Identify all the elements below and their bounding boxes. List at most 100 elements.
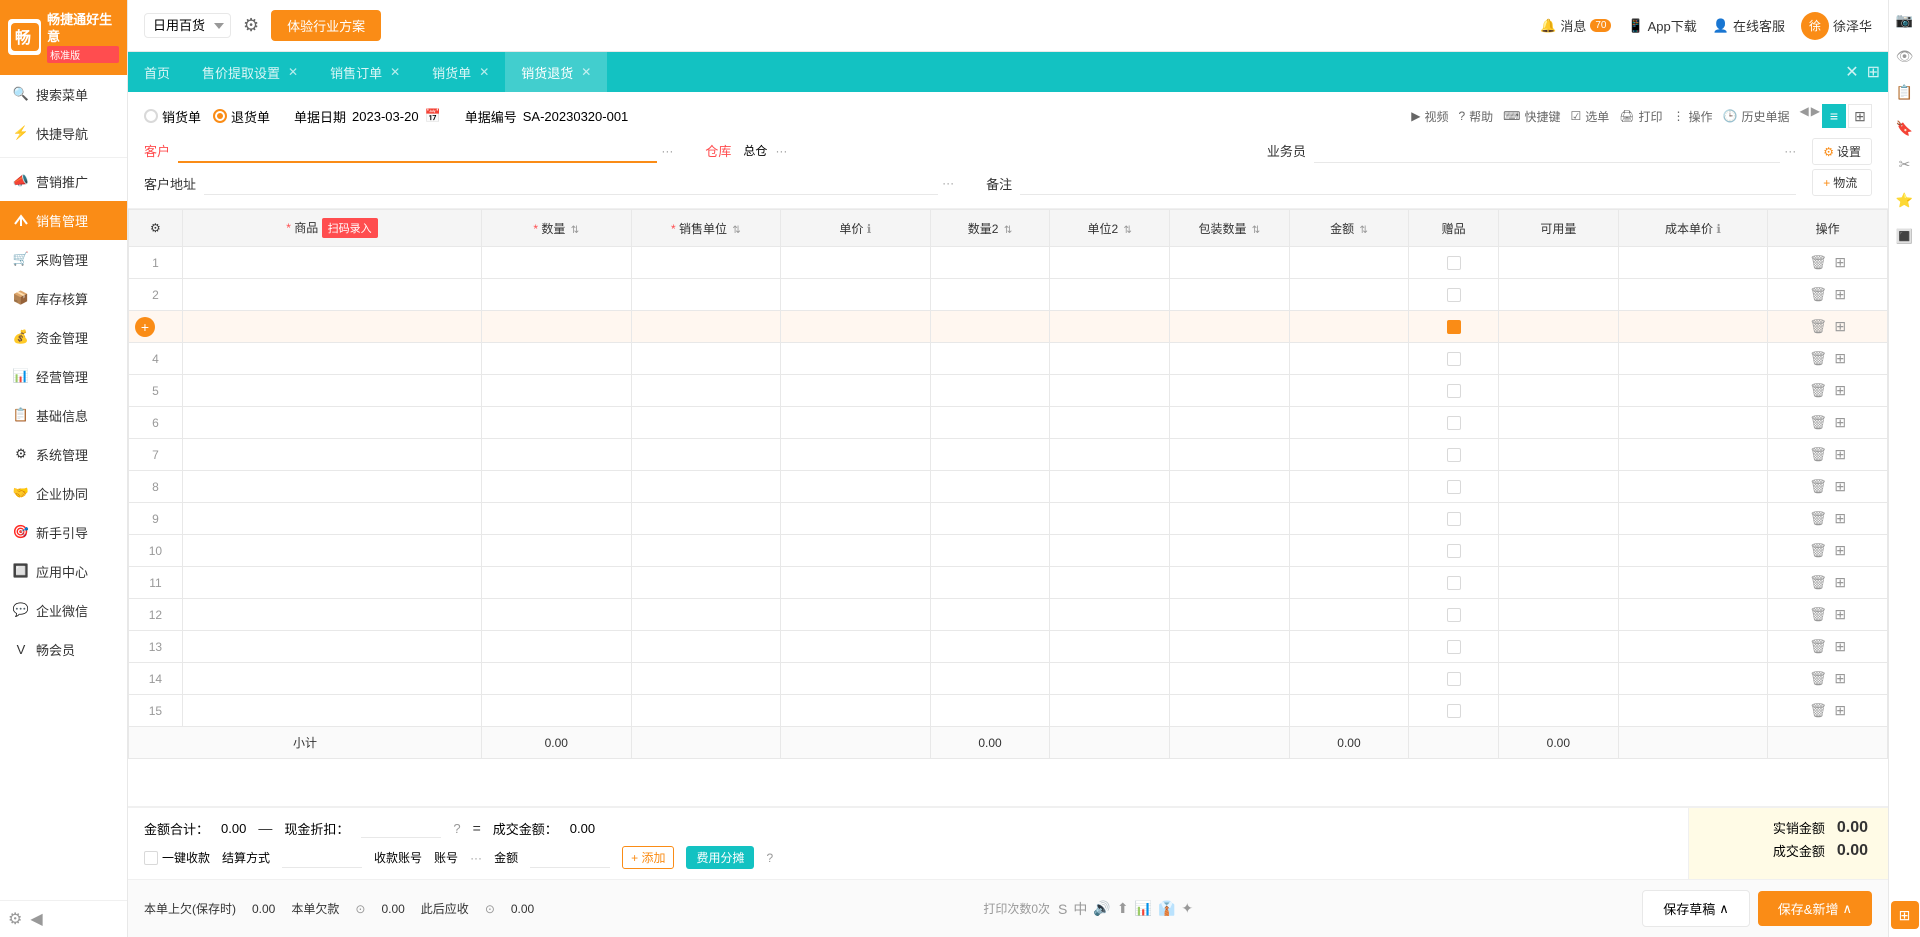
trial-button[interactable]: 体验行业方案 [271,10,381,41]
row-available-3[interactable] [1499,311,1619,343]
row-unit-12[interactable] [631,599,781,631]
scan-button[interactable]: 扫码录入 [322,218,378,238]
row-price-10[interactable] [781,535,931,567]
row-price-7[interactable] [781,439,931,471]
row-unit2-12[interactable] [1050,599,1170,631]
row-pkg-6[interactable] [1169,407,1289,439]
row-product-3[interactable] [182,311,481,343]
sidebar-item-purchase[interactable]: 🛒 采购管理 [0,240,127,279]
row-price-11[interactable] [781,567,931,599]
unit2-sort-icon[interactable]: ⇅ [1123,225,1131,236]
row-op-1[interactable]: 🗑 ⊞ [1768,247,1888,279]
row-amount-3[interactable] [1289,311,1409,343]
row-cost-11[interactable] [1618,567,1768,599]
sidebar-item-quick[interactable]: ⚡ 快捷导航 [0,114,127,153]
row-op-7[interactable]: 🗑 ⊞ [1768,439,1888,471]
gift-checkbox-7[interactable] [1447,448,1461,462]
remark-input[interactable] [1020,171,1796,195]
row-pkg-12[interactable] [1169,599,1289,631]
row-gift-14[interactable] [1409,663,1499,695]
row-unit2-5[interactable] [1050,375,1170,407]
row-unit2-10[interactable] [1050,535,1170,567]
action-shortcuts[interactable]: ⌨ 快捷键 [1503,108,1560,125]
fee-split-button[interactable]: 费用分摊 [686,846,754,869]
row-product-5[interactable] [182,375,481,407]
row-qty-11[interactable] [481,567,631,599]
row-qty2-5[interactable] [930,375,1050,407]
row-qty-13[interactable] [481,631,631,663]
delete-btn-2[interactable]: 🗑 [1807,284,1829,305]
row-cost-2[interactable] [1618,279,1768,311]
right-panel-icon-2[interactable]: 👁 [1893,44,1917,68]
row-price-15[interactable] [781,695,931,727]
staff-dots[interactable]: ··· [1784,144,1796,158]
row-gift-13[interactable] [1409,631,1499,663]
row-op-14[interactable]: 🗑 ⊞ [1768,663,1888,695]
row-op-6[interactable]: 🗑 ⊞ [1768,407,1888,439]
logistics-btn[interactable]: + 物流 [1812,169,1872,196]
row-op-13[interactable]: 🗑 ⊞ [1768,631,1888,663]
row-qty-1[interactable] [481,247,631,279]
row-qty-7[interactable] [481,439,631,471]
row-product-15[interactable] [182,695,481,727]
row-cost-5[interactable] [1618,375,1768,407]
action-help[interactable]: ? 帮助 [1458,108,1493,125]
gift-checkbox-11[interactable] [1447,576,1461,590]
delete-btn-9[interactable]: 🗑 [1807,508,1829,529]
gift-checkbox-6[interactable] [1447,416,1461,430]
row-op-5[interactable]: 🗑 ⊞ [1768,375,1888,407]
copy-btn-1[interactable]: ⊞ [1832,252,1848,273]
row-pkg-2[interactable] [1169,279,1289,311]
price-info-icon[interactable]: ℹ [867,222,872,236]
settle-method-input[interactable] [282,848,362,868]
row-price-9[interactable] [781,503,931,535]
row-product-12[interactable] [182,599,481,631]
row-unit2-13[interactable] [1050,631,1170,663]
delete-btn-5[interactable]: 🗑 [1807,380,1829,401]
delete-btn-6[interactable]: 🗑 [1807,412,1829,433]
row-product-9[interactable] [182,503,481,535]
sidebar-item-operations[interactable]: 📊 经营管理 [0,357,127,396]
gift-checkbox-14[interactable] [1447,672,1461,686]
row-unit-2[interactable] [631,279,781,311]
row-qty-8[interactable] [481,471,631,503]
gift-checkbox-13[interactable] [1447,640,1461,654]
customer-dots[interactable]: ··· [661,144,673,158]
save-draft-button[interactable]: 保存草稿 ∧ [1642,890,1750,927]
row-cost-13[interactable] [1618,631,1768,663]
row-cost-9[interactable] [1618,503,1768,535]
calendar-icon[interactable]: 📅 [425,108,441,124]
row-op-8[interactable]: 🗑 ⊞ [1768,471,1888,503]
row-price-6[interactable] [781,407,931,439]
row-available-12[interactable] [1499,599,1619,631]
delete-btn-3[interactable]: 🗑 [1807,316,1829,337]
copy-btn-5[interactable]: ⊞ [1832,380,1848,401]
row-amount-8[interactable] [1289,471,1409,503]
sidebar-item-enterprise[interactable]: 🤝 企业协同 [0,474,127,513]
row-available-7[interactable] [1499,439,1619,471]
row-qty-3[interactable] [481,311,631,343]
gift-checkbox-2[interactable] [1447,288,1461,302]
sidebar-item-member[interactable]: V 畅会员 [0,630,127,669]
action-select[interactable]: ☑ 选单 [1571,108,1610,125]
one-click-pay-checkbox[interactable] [144,851,158,865]
copy-btn-12[interactable]: ⊞ [1832,604,1848,625]
user-item[interactable]: 徐 徐泽华 [1801,12,1872,40]
row-op-2[interactable]: 🗑 ⊞ [1768,279,1888,311]
sidebar-item-system[interactable]: ⚙ 系统管理 [0,435,127,474]
unit-sort-icon[interactable]: ⇅ [732,225,740,236]
gift-checkbox-4[interactable] [1447,352,1461,366]
row-amount-14[interactable] [1289,663,1409,695]
row-amount-11[interactable] [1289,567,1409,599]
tab-sales-order[interactable]: 销售订单 ✕ [314,52,416,92]
row-unit-5[interactable] [631,375,781,407]
row-cost-1[interactable] [1618,247,1768,279]
row-product-11[interactable] [182,567,481,599]
row-pkg-14[interactable] [1169,663,1289,695]
row-op-11[interactable]: 🗑 ⊞ [1768,567,1888,599]
row-price-14[interactable] [781,663,931,695]
right-panel-icon-6[interactable]: ⭐ [1893,188,1917,212]
row-unit2-6[interactable] [1050,407,1170,439]
copy-btn-2[interactable]: ⊞ [1832,284,1848,305]
row-product-8[interactable] [182,471,481,503]
